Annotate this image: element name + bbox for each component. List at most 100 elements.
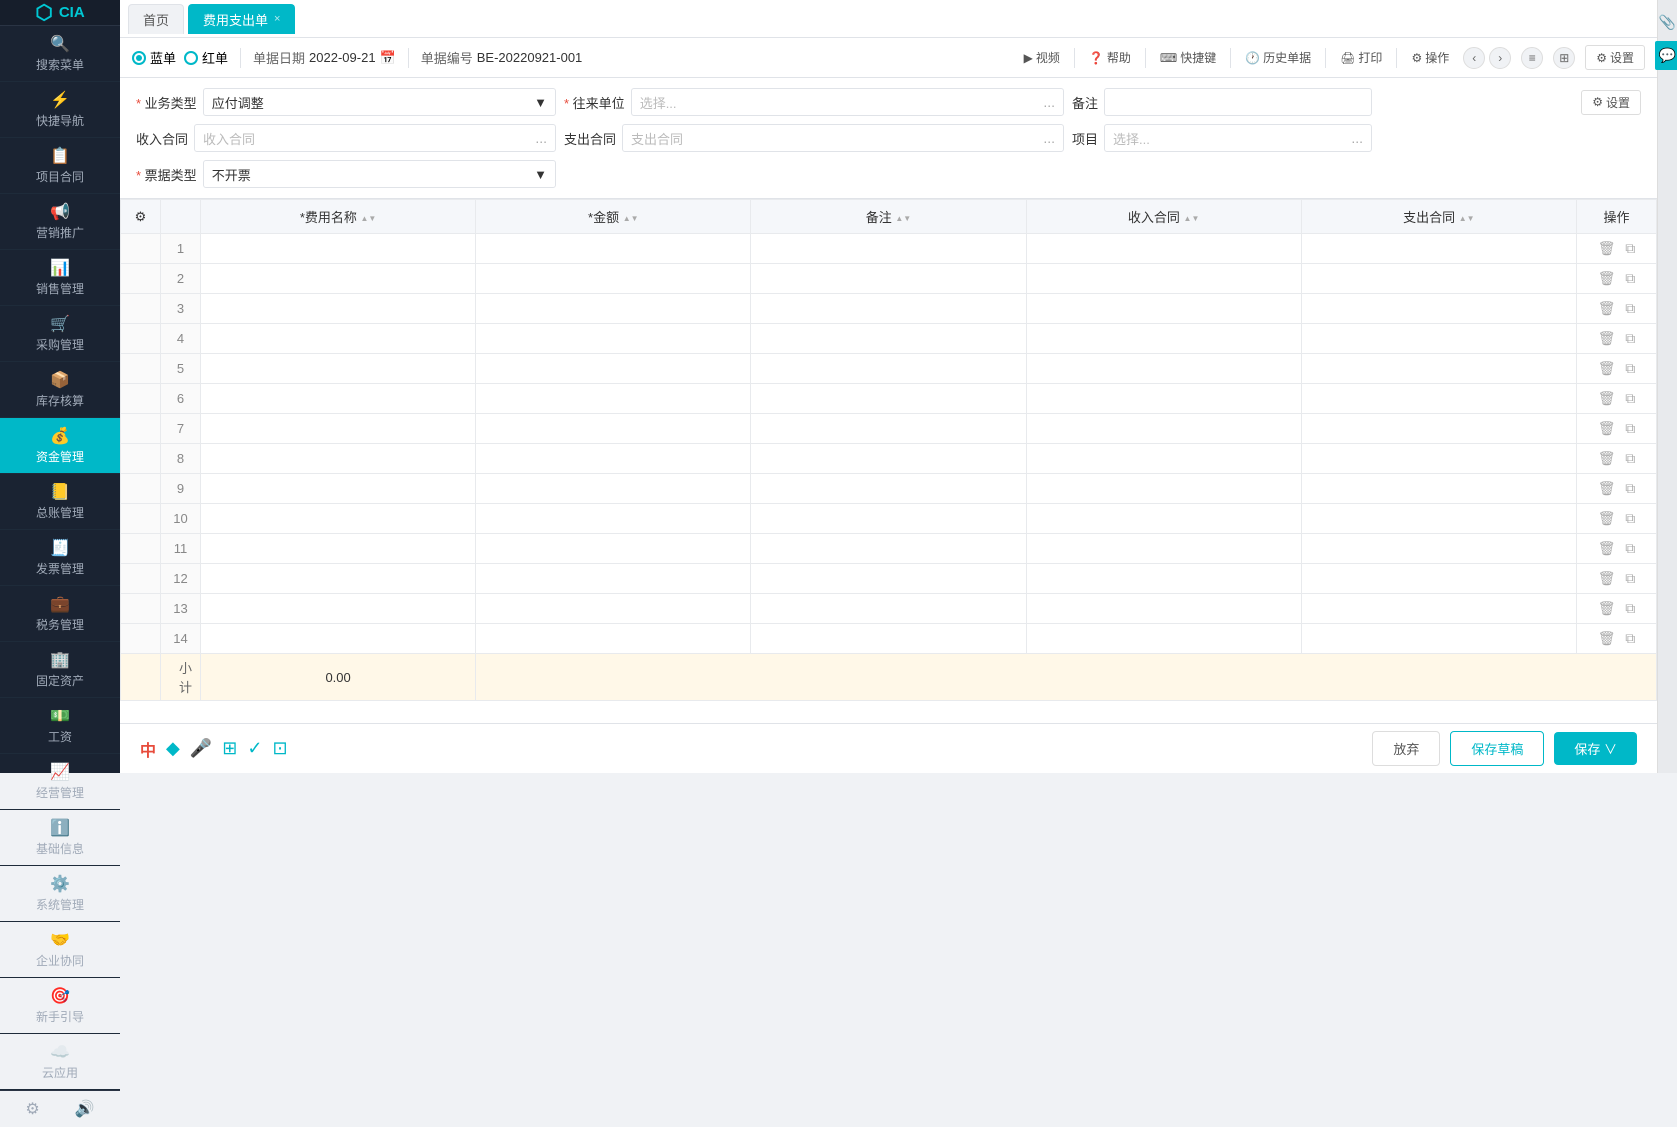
- toolbar-action-help[interactable]: ❓ 帮助: [1089, 49, 1131, 66]
- copy-icon-2[interactable]: ⧉: [1625, 270, 1635, 286]
- delete-icon-12[interactable]: 🗑: [1598, 570, 1616, 586]
- td-income-contract-14[interactable]: [1026, 624, 1301, 654]
- td-expense-name-3[interactable]: [201, 294, 476, 324]
- td-income-contract-3[interactable]: [1026, 294, 1301, 324]
- expense-contract-dots[interactable]: ...: [1043, 130, 1055, 146]
- sidebar-item-marketing[interactable]: 📢 营销推广: [0, 194, 120, 250]
- delete-icon-10[interactable]: 🗑: [1598, 510, 1616, 526]
- td-remark-3[interactable]: [751, 294, 1026, 324]
- td-income-contract-2[interactable]: [1026, 264, 1301, 294]
- icon-check[interactable]: ✓: [247, 738, 262, 759]
- td-income-contract-6[interactable]: [1026, 384, 1301, 414]
- delete-icon-6[interactable]: 🗑: [1598, 390, 1616, 406]
- copy-icon-1[interactable]: ⧉: [1625, 240, 1635, 256]
- tab-close-expense[interactable]: ×: [274, 13, 280, 25]
- save-draft-button[interactable]: 保存草稿: [1450, 731, 1544, 766]
- sidebar-item-enterprise[interactable]: 🤝 企业协同: [0, 922, 120, 978]
- th-remark[interactable]: 备注 ▲▼: [751, 200, 1026, 234]
- copy-icon-13[interactable]: ⧉: [1625, 600, 1635, 616]
- toolbar-action-print[interactable]: 🖨 打印: [1340, 49, 1382, 66]
- delete-icon-1[interactable]: 🗑: [1598, 240, 1616, 256]
- td-income-contract-9[interactable]: [1026, 474, 1301, 504]
- td-remark-6[interactable]: [751, 384, 1026, 414]
- td-remark-2[interactable]: [751, 264, 1026, 294]
- td-amount-2[interactable]: [476, 264, 751, 294]
- td-expense-contract-9[interactable]: [1301, 474, 1576, 504]
- remark-input[interactable]: [1104, 88, 1372, 116]
- th-settings[interactable]: ⚙: [121, 200, 161, 234]
- icon-mic[interactable]: 🎤: [190, 738, 212, 759]
- toolbar-action-history[interactable]: 🕐 历史单据: [1245, 49, 1311, 66]
- icon-zhong[interactable]: 中: [140, 737, 156, 761]
- td-remark-8[interactable]: [751, 444, 1026, 474]
- td-expense-contract-3[interactable]: [1301, 294, 1576, 324]
- td-income-contract-8[interactable]: [1026, 444, 1301, 474]
- delete-icon-7[interactable]: 🗑: [1598, 420, 1616, 436]
- copy-icon-12[interactable]: ⧉: [1625, 570, 1635, 586]
- td-amount-8[interactable]: [476, 444, 751, 474]
- delete-icon-11[interactable]: 🗑: [1598, 540, 1616, 556]
- tab-expense[interactable]: 费用支出单×: [188, 4, 295, 34]
- settings-button[interactable]: ⚙ 设置: [1585, 45, 1645, 70]
- sidebar-item-operations[interactable]: 📈 经营管理: [0, 754, 120, 810]
- income-contract-select[interactable]: 收入合同 ...: [194, 124, 556, 152]
- td-expense-contract-7[interactable]: [1301, 414, 1576, 444]
- delete-icon-14[interactable]: 🗑: [1598, 630, 1616, 646]
- sidebar-item-fixed-assets[interactable]: 🏢 固定资产: [0, 642, 120, 698]
- right-tab-clip[interactable]: 📎: [1657, 8, 1677, 37]
- td-remark-4[interactable]: [751, 324, 1026, 354]
- view-grid-btn[interactable]: ⊞: [1553, 47, 1575, 69]
- td-expense-contract-2[interactable]: [1301, 264, 1576, 294]
- td-expense-contract-11[interactable]: [1301, 534, 1576, 564]
- sidebar-item-tax[interactable]: 💼 税务管理: [0, 586, 120, 642]
- toolbar-action-operation[interactable]: ⚙ 操作: [1411, 49, 1449, 66]
- td-expense-name-1[interactable]: [201, 234, 476, 264]
- td-expense-name-11[interactable]: [201, 534, 476, 564]
- ticket-type-select[interactable]: 不开票 ▼: [203, 160, 556, 188]
- view-list-btn[interactable]: ≡: [1521, 47, 1543, 69]
- td-amount-13[interactable]: [476, 594, 751, 624]
- td-amount-6[interactable]: [476, 384, 751, 414]
- td-expense-contract-13[interactable]: [1301, 594, 1576, 624]
- copy-icon-7[interactable]: ⧉: [1625, 420, 1635, 436]
- th-income-contract[interactable]: 收入合同 ▲▼: [1026, 200, 1301, 234]
- td-expense-name-14[interactable]: [201, 624, 476, 654]
- sidebar-item-accounting[interactable]: 📒 总账管理: [0, 474, 120, 530]
- td-expense-name-9[interactable]: [201, 474, 476, 504]
- th-expense-name[interactable]: *费用名称 ▲▼: [201, 200, 476, 234]
- td-amount-7[interactable]: [476, 414, 751, 444]
- delete-icon-9[interactable]: 🗑: [1598, 480, 1616, 496]
- sidebar-item-capital[interactable]: 💰 资金管理: [0, 418, 120, 474]
- delete-icon-4[interactable]: 🗑: [1598, 330, 1616, 346]
- partner-select[interactable]: 选择... ...: [631, 88, 1064, 116]
- sidebar-item-shortcut[interactable]: ⚡ 快捷导航: [0, 82, 120, 138]
- icon-grid[interactable]: ⊡: [272, 738, 287, 759]
- settings-icon[interactable]: ⚙: [25, 1099, 39, 1119]
- td-amount-4[interactable]: [476, 324, 751, 354]
- td-amount-1[interactable]: [476, 234, 751, 264]
- td-remark-9[interactable]: [751, 474, 1026, 504]
- form-settings-button[interactable]: ⚙ 设置: [1581, 90, 1641, 115]
- td-amount-10[interactable]: [476, 504, 751, 534]
- th-expense-contract[interactable]: 支出合同 ▲▼: [1301, 200, 1576, 234]
- td-expense-contract-1[interactable]: [1301, 234, 1576, 264]
- radio-blue[interactable]: 蓝单: [132, 48, 176, 67]
- td-remark-1[interactable]: [751, 234, 1026, 264]
- td-income-contract-7[interactable]: [1026, 414, 1301, 444]
- delete-icon-13[interactable]: 🗑: [1598, 600, 1616, 616]
- td-expense-contract-10[interactable]: [1301, 504, 1576, 534]
- radio-red[interactable]: 红单: [184, 48, 228, 67]
- td-remark-10[interactable]: [751, 504, 1026, 534]
- td-expense-contract-14[interactable]: [1301, 624, 1576, 654]
- td-expense-name-8[interactable]: [201, 444, 476, 474]
- td-expense-contract-5[interactable]: [1301, 354, 1576, 384]
- td-expense-contract-12[interactable]: [1301, 564, 1576, 594]
- icon-square[interactable]: ⊞: [222, 738, 237, 759]
- td-remark-5[interactable]: [751, 354, 1026, 384]
- delete-icon-2[interactable]: 🗑: [1598, 270, 1616, 286]
- sidebar-item-search[interactable]: 🔍 搜索菜单: [0, 26, 120, 82]
- nav-prev-btn[interactable]: ‹: [1463, 47, 1485, 69]
- td-expense-name-5[interactable]: [201, 354, 476, 384]
- toolbar-action-shortcut[interactable]: ⌨ 快捷键: [1160, 49, 1216, 66]
- td-amount-9[interactable]: [476, 474, 751, 504]
